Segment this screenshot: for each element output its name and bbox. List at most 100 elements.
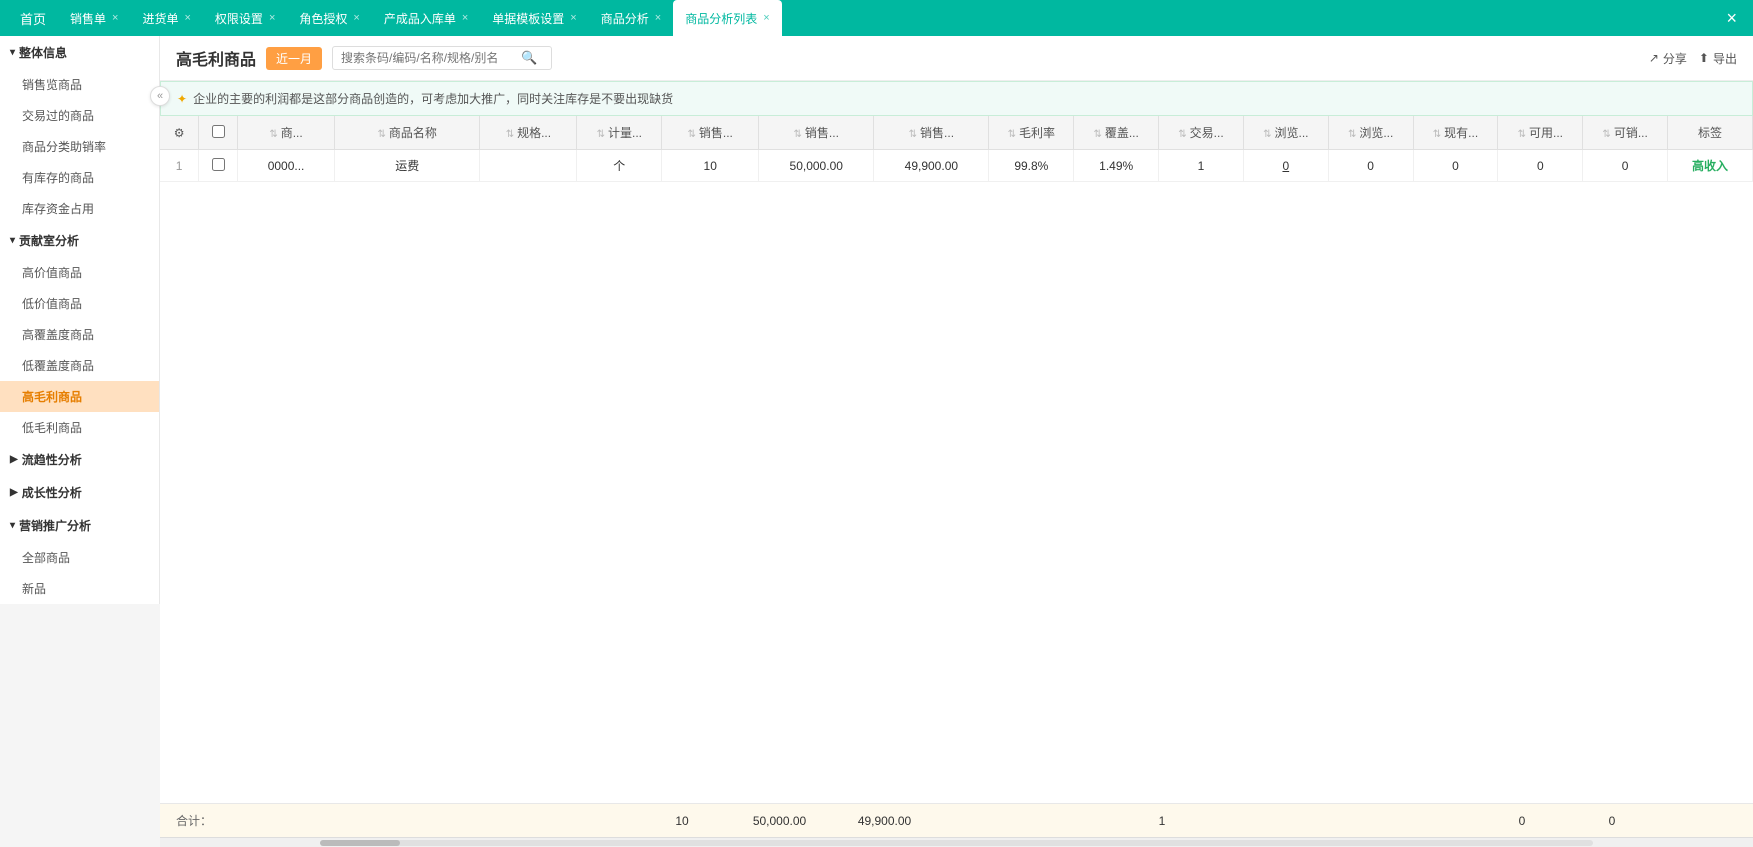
sidebar-item-sales-goods[interactable]: 销售览商品 <box>0 69 159 100</box>
export-button[interactable]: ⬆ 导出 <box>1699 50 1737 67</box>
sidebar-item-all-goods[interactable]: 全部商品 <box>0 542 159 573</box>
cell-unit: 个 <box>577 150 662 182</box>
section-arrow-overall: ▾ <box>10 47 15 58</box>
nav-product-inbound[interactable]: 产成品入库单 × <box>372 0 480 36</box>
cell-available: 0 <box>1498 150 1583 182</box>
cell-coverage: 1.49% <box>1074 150 1159 182</box>
sidebar-item-new-goods[interactable]: 新品 <box>0 573 159 604</box>
sidebar-section-contribution[interactable]: ▾ 贡献室分析 <box>0 224 159 257</box>
info-bar: ✦ 企业的主要的利润都是这部分商品创造的，可考虑加大推广，同时关注库存是不要出现… <box>160 81 1753 116</box>
cell-name: 运费 <box>335 150 480 182</box>
sidebar-section-growth[interactable]: ▶ 成长性分析 <box>0 476 159 509</box>
footer-sales-qty: 10 <box>642 814 722 828</box>
close-goods-analysis-tab[interactable]: × <box>655 12 661 24</box>
col-code[interactable]: ⇅商... <box>238 116 335 150</box>
cell-transaction: 1 <box>1159 150 1244 182</box>
col-settings[interactable]: ⚙ <box>160 116 199 150</box>
col-gross-rate[interactable]: ⇅毛利率 <box>989 116 1074 150</box>
search-input[interactable] <box>341 51 521 65</box>
cell-sales-qty: 10 <box>662 150 759 182</box>
scrollbar-thumb[interactable] <box>320 840 400 846</box>
cell-tag: 高收入 <box>1668 150 1753 182</box>
search-icon[interactable]: 🔍 <box>521 50 537 66</box>
sidebar-item-goods-category-rate[interactable]: 商品分类助销率 <box>0 131 159 162</box>
cell-stock: 0 <box>1413 150 1498 182</box>
col-name[interactable]: ⇅商品名称 <box>335 116 480 150</box>
close-permission-tab[interactable]: × <box>269 12 275 24</box>
filter-recent-month-button[interactable]: 近一月 <box>266 47 322 70</box>
nav-goods-analysis[interactable]: 商品分析 × <box>589 0 673 36</box>
select-all-checkbox[interactable] <box>212 125 225 138</box>
section-arrow-contribution: ▾ <box>10 235 15 246</box>
sidebar-item-low-margin[interactable]: 低毛利商品 <box>0 412 159 443</box>
horizontal-scrollbar[interactable] <box>160 837 1753 847</box>
col-sales-amount[interactable]: ⇅销售... <box>759 116 874 150</box>
page-title: 高毛利商品 <box>176 46 256 70</box>
col-stock[interactable]: ⇅现有... <box>1413 116 1498 150</box>
nav-role[interactable]: 角色授权 × <box>287 0 371 36</box>
info-icon: ✦ <box>177 92 187 106</box>
col-saleable[interactable]: ⇅可销... <box>1583 116 1668 150</box>
header-actions: ↗ 分享 ⬆ 导出 <box>1649 50 1737 67</box>
col-browse2[interactable]: ⇅浏览... <box>1328 116 1413 150</box>
col-available[interactable]: ⇅可用... <box>1498 116 1583 150</box>
col-transaction[interactable]: ⇅交易... <box>1159 116 1244 150</box>
sidebar: ▾ 整体信息 销售览商品 交易过的商品 商品分类助销率 有库存的商品 库存资金占… <box>0 36 160 604</box>
footer-transaction: 1 <box>1122 814 1202 828</box>
row-checkbox[interactable] <box>212 158 225 171</box>
sidebar-item-low-coverage[interactable]: 低覆盖度商品 <box>0 350 159 381</box>
sidebar-item-high-coverage[interactable]: 高覆盖度商品 <box>0 319 159 350</box>
footer-saleable: 0 <box>1572 814 1652 828</box>
close-role-tab[interactable]: × <box>353 12 359 24</box>
nav-goods-analysis-list[interactable]: 商品分析列表 × <box>673 0 781 36</box>
close-purchase-tab[interactable]: × <box>184 12 190 24</box>
sidebar-item-high-value[interactable]: 高价值商品 <box>0 257 159 288</box>
nav-permission[interactable]: 权限设置 × <box>203 0 287 36</box>
cell-code: 0000... <box>238 150 335 182</box>
col-sales-net[interactable]: ⇅销售... <box>874 116 989 150</box>
nav-sales[interactable]: 销售单 × <box>58 0 130 36</box>
col-spec[interactable]: ⇅规格... <box>480 116 577 150</box>
col-unit[interactable]: ⇅计量... <box>577 116 662 150</box>
sidebar-item-instock-goods[interactable]: 有库存的商品 <box>0 162 159 193</box>
footer-sales-amount: 50,000.00 <box>732 814 827 828</box>
nav-template-settings[interactable]: 单据模板设置 × <box>480 0 588 36</box>
search-box: 🔍 <box>332 46 552 70</box>
close-window-button[interactable]: × <box>1718 8 1745 29</box>
nav-purchase[interactable]: 进货单 × <box>130 0 202 36</box>
nav-home[interactable]: 首页 <box>8 0 58 36</box>
sidebar-item-traded-goods[interactable]: 交易过的商品 <box>0 100 159 131</box>
scrollbar-track[interactable] <box>320 840 1593 846</box>
footer-sales-net: 49,900.00 <box>837 814 932 828</box>
cell-browse1[interactable]: 0 <box>1243 150 1328 182</box>
col-checkbox[interactable] <box>199 116 238 150</box>
content-header: 高毛利商品 近一月 🔍 ↗ 分享 ⬆ 导出 <box>160 36 1753 81</box>
close-template-tab[interactable]: × <box>570 12 576 24</box>
close-product-inbound-tab[interactable]: × <box>462 12 468 24</box>
cell-gross-rate: 99.8% <box>989 150 1074 182</box>
cell-checkbox[interactable] <box>199 150 238 182</box>
sidebar-item-high-margin[interactable]: 高毛利商品 <box>0 381 159 412</box>
sidebar-item-stock-capital[interactable]: 库存资金占用 <box>0 193 159 224</box>
sidebar-item-low-value[interactable]: 低价值商品 <box>0 288 159 319</box>
main-layout: ▾ 整体信息 销售览商品 交易过的商品 商品分类助销率 有库存的商品 库存资金占… <box>0 36 1753 847</box>
col-sales-qty[interactable]: ⇅销售... <box>662 116 759 150</box>
footer-bar: 合计： 10 50,000.00 49,900.00 1 0 0 <box>160 803 1753 837</box>
share-button[interactable]: ↗ 分享 <box>1649 50 1687 67</box>
section-arrow-trend: ▶ <box>10 454 18 465</box>
col-coverage[interactable]: ⇅覆盖... <box>1074 116 1159 150</box>
sidebar-section-overall[interactable]: ▾ 整体信息 <box>0 36 159 69</box>
sidebar-section-trend[interactable]: ▶ 流趋性分析 <box>0 443 159 476</box>
col-browse1[interactable]: ⇅浏览... <box>1243 116 1328 150</box>
close-goods-analysis-list-tab[interactable]: × <box>763 12 769 24</box>
app-container: 首页 销售单 × 进货单 × 权限设置 × 角色授权 × 产成品入库单 × 单据… <box>0 0 1753 847</box>
close-sales-tab[interactable]: × <box>112 12 118 24</box>
sidebar-collapse-button[interactable]: « <box>150 86 170 106</box>
col-tag[interactable]: 标签 <box>1668 116 1753 150</box>
sidebar-section-marketing[interactable]: ▾ 营销推广分析 <box>0 509 159 542</box>
cell-sales-net: 49,900.00 <box>874 150 989 182</box>
cell-spec <box>480 150 577 182</box>
share-icon: ↗ <box>1649 51 1659 65</box>
cell-browse2: 0 <box>1328 150 1413 182</box>
export-icon: ⬆ <box>1699 51 1709 65</box>
